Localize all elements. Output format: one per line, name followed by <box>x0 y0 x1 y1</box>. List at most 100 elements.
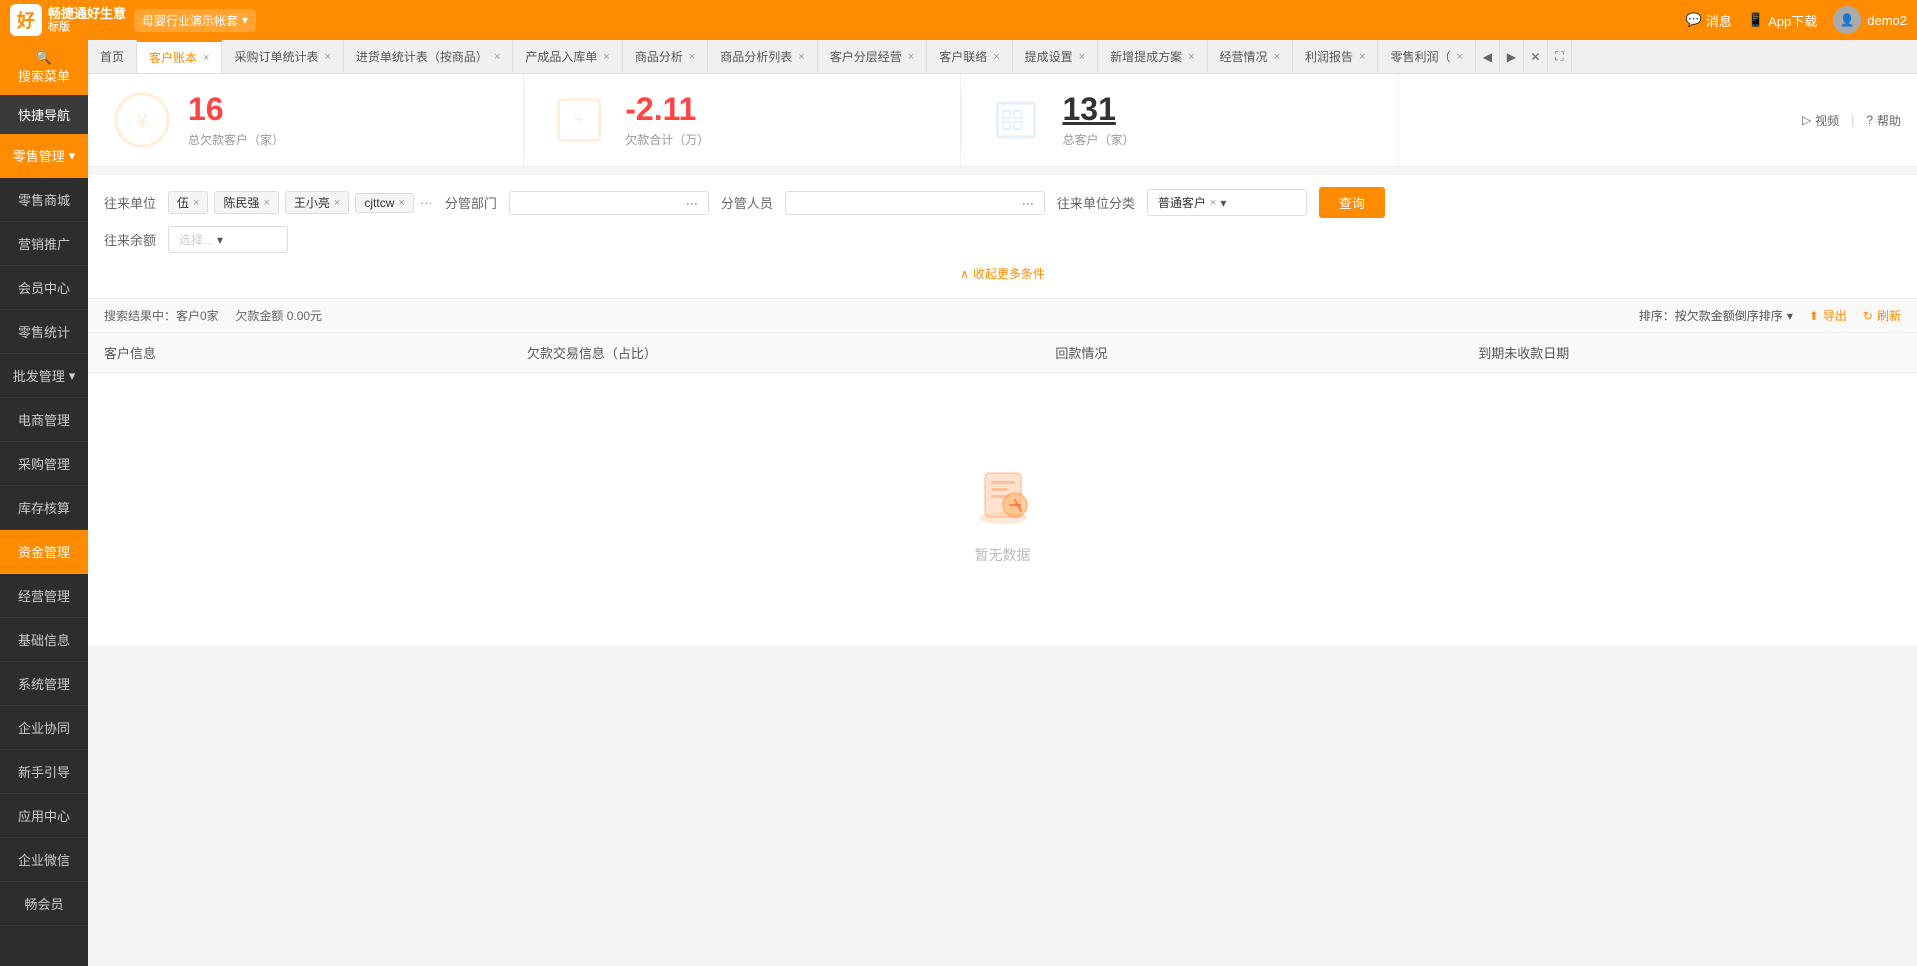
remove-tag-cjttcw[interactable]: × <box>398 197 404 209</box>
filter-more-tags[interactable]: ··· <box>420 195 433 210</box>
filter-row-2: 往来余额 选择... ▾ <box>104 226 1901 253</box>
sidebar-item-purchase-mgmt[interactable]: 采购管理 <box>0 442 88 486</box>
close-tab-13[interactable]: × <box>1456 51 1462 63</box>
tab-goods-receipt-stats[interactable]: 进货单统计表（按商品） × <box>344 40 513 74</box>
sort-select[interactable]: 排序：按欠款金额倒序排序 ▾ <box>1639 307 1793 324</box>
sidebar-item-chang-member[interactable]: 畅会员 <box>0 882 88 926</box>
tab-product-analysis[interactable]: 商品分析 × <box>623 40 708 74</box>
sidebar-item-capital-mgmt[interactable]: 资金管理 <box>0 530 88 574</box>
filter-category-select[interactable]: 普通客户 × ▾ <box>1147 189 1307 216</box>
tab-customer-layer[interactable]: 客户分层经营 × <box>818 40 927 74</box>
main-layout: 🔍 搜索菜单 快捷导航 零售管理 ▾ 零售商城 营销推广 会员中心 零售统计 批… <box>0 40 1917 966</box>
sidebar-item-retail-mall[interactable]: 零售商城 <box>0 178 88 222</box>
search-summary-text: 搜索结果中：客户0家 欠款金额 0.00元 <box>104 307 322 324</box>
stat-card-customers: ¥ 16 总欠款客户（家） <box>88 74 524 166</box>
collapse-btn[interactable]: ∧ 收起更多条件 <box>104 261 1901 286</box>
tab-profit-report[interactable]: 利润报告 × <box>1293 40 1378 74</box>
tab-nav-prev[interactable]: ◀ <box>1476 40 1500 74</box>
help-icon: ? <box>1866 113 1873 127</box>
close-tab-12[interactable]: × <box>1359 51 1365 63</box>
sidebar-item-ecommerce-mgmt[interactable]: 电商管理 <box>0 398 88 442</box>
message-icon: 💬 <box>1686 12 1702 28</box>
help-btn[interactable]: ? 帮助 <box>1866 112 1901 129</box>
filter-label-dept: 分管部门 <box>445 193 497 212</box>
sidebar-item-retail-mgmt[interactable]: 零售管理 ▾ <box>0 134 88 178</box>
sidebar-item-member-center[interactable]: 会员中心 <box>0 266 88 310</box>
app-download-btn[interactable]: 📱 App下载 <box>1748 11 1817 30</box>
filter-dept-select[interactable]: ··· <box>509 191 709 215</box>
close-tab-8[interactable]: × <box>993 51 999 63</box>
sidebar-item-app-center[interactable]: 应用中心 <box>0 794 88 838</box>
close-tab-5[interactable]: × <box>689 51 695 63</box>
remove-category[interactable]: × <box>1210 197 1216 209</box>
top-bar-right: 💬 消息 📱 App下载 👤 demo2 <box>1686 6 1907 34</box>
tab-new-commission[interactable]: 新增提成方案 × <box>1098 40 1207 74</box>
sidebar-quick-nav[interactable]: 快捷导航 <box>0 95 88 134</box>
close-tab-customer-ledger[interactable]: × <box>203 52 209 64</box>
close-tab-7[interactable]: × <box>908 51 914 63</box>
close-tab-4[interactable]: × <box>603 51 609 63</box>
stat-info-debt: -2.11 欠款合计（万） <box>625 92 709 148</box>
query-button[interactable]: 查询 <box>1319 187 1385 218</box>
tab-purchase-order-stats[interactable]: 采购订单统计表 × <box>222 40 343 74</box>
tab-expand[interactable]: ⛶ <box>1548 40 1572 74</box>
sort-label: 排序：按欠款金额倒序排序 <box>1639 307 1783 324</box>
empty-text: 暂无数据 <box>975 545 1031 565</box>
search-summary-right: 排序：按欠款金额倒序排序 ▾ ⬆ 导出 ↻ 刷新 <box>1639 307 1901 324</box>
empty-icon <box>963 453 1043 533</box>
filter-area: 往来单位 伍 × 陈民强 × 王小亮 × <box>88 175 1917 299</box>
sidebar-item-new-guide[interactable]: 新手引导 <box>0 750 88 794</box>
tab-customer-contact[interactable]: 客户联络 × <box>927 40 1012 74</box>
sidebar-item-marketing[interactable]: 营销推广 <box>0 222 88 266</box>
stats-row: ¥ 16 总欠款客户（家） + <box>88 74 1917 167</box>
sidebar-search[interactable]: 🔍 搜索菜单 <box>0 40 88 95</box>
remove-tag-wang[interactable]: × <box>334 197 340 209</box>
remove-tag-chen[interactable]: × <box>263 197 269 209</box>
messages-btn[interactable]: 💬 消息 <box>1686 11 1732 30</box>
close-tab-11[interactable]: × <box>1274 51 1280 63</box>
sidebar-item-wholesale-mgmt[interactable]: 批发管理 ▾ <box>0 354 88 398</box>
sidebar-item-enterprise-wechat[interactable]: 企业微信 <box>0 838 88 882</box>
chevron-down-icon: ▾ <box>69 368 76 384</box>
remove-tag-wu[interactable]: × <box>193 197 199 209</box>
filter-tag-wu: 伍 × <box>168 191 208 214</box>
video-icon: ▷ <box>1802 113 1811 127</box>
stat-card-debt: + -2.11 欠款合计（万） <box>525 74 961 166</box>
close-tab-10[interactable]: × <box>1188 51 1194 63</box>
stat-number-customers: 16 <box>188 92 284 127</box>
filter-balance-select[interactable]: 选择... ▾ <box>168 226 288 253</box>
tab-nav-next[interactable]: ▶ <box>1500 40 1524 74</box>
chevron-down-icon-person: ··· <box>1022 196 1034 210</box>
building-icon <box>986 90 1046 150</box>
download-icon: 📱 <box>1748 12 1764 28</box>
close-tab-2[interactable]: × <box>324 51 330 63</box>
video-btn[interactable]: ▷ 视频 <box>1802 112 1839 129</box>
tab-product-analysis-list[interactable]: 商品分析列表 × <box>708 40 817 74</box>
refresh-btn[interactable]: ↻ 刷新 <box>1863 307 1901 324</box>
user-profile[interactable]: 👤 demo2 <box>1833 6 1907 34</box>
export-btn[interactable]: ⬆ 导出 <box>1809 307 1847 324</box>
tab-commission-settings[interactable]: 提成设置 × <box>1013 40 1098 74</box>
stat-label-total-customers: 总客户（家） <box>1062 131 1134 148</box>
sidebar-item-retail-stats[interactable]: 零售统计 <box>0 310 88 354</box>
search-icon: 🔍 <box>36 50 52 65</box>
sidebar-item-system-mgmt[interactable]: 系统管理 <box>0 662 88 706</box>
close-tab-6[interactable]: × <box>798 51 804 63</box>
top-bar-left: 好 畅捷通好生意 标版 母婴行业演示帐套 ▾ <box>10 4 256 36</box>
tab-customer-ledger[interactable]: 客户账本 × <box>137 40 222 74</box>
tab-home[interactable]: 首页 <box>88 40 137 74</box>
app-subtitle: 标版 <box>48 21 126 34</box>
filter-person-select[interactable]: ··· <box>785 191 1045 215</box>
sidebar-item-enterprise-collab[interactable]: 企业协同 <box>0 706 88 750</box>
enterprise-select[interactable]: 母婴行业演示帐套 ▾ <box>134 9 256 32</box>
close-tab-3[interactable]: × <box>494 51 500 63</box>
tab-business-situation[interactable]: 经营情况 × <box>1208 40 1293 74</box>
sidebar-item-inventory[interactable]: 库存核算 <box>0 486 88 530</box>
close-tab-9[interactable]: × <box>1079 51 1085 63</box>
tab-close-all[interactable]: ✕ <box>1524 40 1548 74</box>
tab-finished-goods[interactable]: 产成品入库单 × <box>513 40 622 74</box>
sidebar-item-basic-info[interactable]: 基础信息 <box>0 618 88 662</box>
balance-placeholder: 选择... <box>179 231 213 248</box>
tab-retail-profit[interactable]: 零售利润（ × <box>1378 40 1475 74</box>
sidebar-item-business-mgmt[interactable]: 经营管理 <box>0 574 88 618</box>
